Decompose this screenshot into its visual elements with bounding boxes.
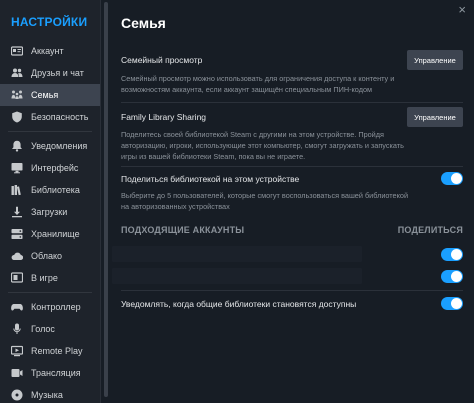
settings-sidebar: НАСТРОЙКИ Аккаунт Друзья и чат Семья Без… <box>0 0 101 403</box>
section-divider <box>121 290 463 291</box>
sidebar-item-account[interactable]: Аккаунт <box>0 40 100 62</box>
eligible-accounts-header: ПОДХОДЯЩИЕ АККАУНТЫ <box>121 225 245 235</box>
sidebar-item-label: Загрузки <box>31 207 68 217</box>
sidebar-divider <box>8 292 92 293</box>
sidebar-item-library[interactable]: Библиотека <box>0 179 100 201</box>
in-game-icon <box>10 272 23 285</box>
sidebar-item-label: Голос <box>31 324 55 334</box>
library-icon <box>10 184 23 197</box>
sidebar-item-label: Контроллер <box>31 302 81 312</box>
sidebar-item-remote-play[interactable]: Remote Play <box>0 340 100 362</box>
sidebar-title: НАСТРОЙКИ <box>11 15 88 29</box>
account-share-toggle[interactable] <box>441 248 463 261</box>
notify-title: Уведомлять, когда общие библиотеки стано… <box>121 299 357 309</box>
family-view-manage-button[interactable]: Управление <box>407 50 463 70</box>
sidebar-item-label: В игре <box>31 273 58 283</box>
sidebar-item-label: Библиотека <box>31 185 80 195</box>
family-sharing-title: Family Library Sharing <box>121 112 207 122</box>
account-card-icon <box>10 45 23 58</box>
remote-play-icon <box>10 345 23 358</box>
account-row-redacted <box>112 268 362 284</box>
sidebar-item-friends[interactable]: Друзья и чат <box>0 62 100 84</box>
friends-icon <box>10 67 23 80</box>
sidebar-item-interface[interactable]: Интерфейс <box>0 157 100 179</box>
family-icon <box>10 89 23 102</box>
sidebar-divider <box>8 131 92 132</box>
download-icon <box>10 206 23 219</box>
cloud-icon <box>10 250 23 263</box>
shield-icon <box>10 111 23 124</box>
broadcast-icon <box>10 367 23 380</box>
sidebar-item-label: Друзья и чат <box>31 68 84 78</box>
section-divider <box>121 166 463 167</box>
sidebar-item-label: Хранилище <box>31 229 80 239</box>
sidebar-item-broadcast[interactable]: Трансляция <box>0 362 100 384</box>
sidebar-item-label: Семья <box>31 90 59 100</box>
family-view-description: Семейный просмотр можно использовать для… <box>121 74 395 94</box>
share-device-toggle[interactable] <box>441 172 463 185</box>
sidebar-item-label: Интерфейс <box>31 163 79 173</box>
sidebar-item-security[interactable]: Безопасность <box>0 106 100 128</box>
music-icon <box>10 389 23 402</box>
section-divider <box>121 102 463 103</box>
share-device-title: Поделиться библиотекой на этом устройств… <box>121 174 300 184</box>
share-column-header: ПОДЕЛИТЬСЯ <box>397 225 463 235</box>
sidebar-item-label: Безопасность <box>31 112 89 122</box>
sidebar-item-label: Аккаунт <box>31 46 64 56</box>
sidebar-item-music[interactable]: Музыка <box>0 384 100 403</box>
sidebar-item-controller[interactable]: Контроллер <box>0 296 100 318</box>
account-share-toggle[interactable] <box>441 270 463 283</box>
close-icon[interactable]: × <box>458 2 466 17</box>
sidebar-item-notifications[interactable]: Уведомления <box>0 135 100 157</box>
sidebar-item-downloads[interactable]: Загрузки <box>0 201 100 223</box>
controller-icon <box>10 301 23 314</box>
monitor-icon <box>10 162 23 175</box>
sidebar-item-label: Музыка <box>31 390 63 400</box>
settings-content: × Семья Семейный просмотр Управление Сем… <box>110 0 474 403</box>
sidebar-item-cloud[interactable]: Облако <box>0 245 100 267</box>
storage-icon <box>10 228 23 241</box>
microphone-icon <box>10 323 23 336</box>
sidebar-item-in-game[interactable]: В игре <box>0 267 100 289</box>
notify-toggle[interactable] <box>441 297 463 310</box>
bell-icon <box>10 140 23 153</box>
share-device-description: Выберите до 5 пользователей, которые смо… <box>121 191 409 211</box>
family-sharing-manage-button[interactable]: Управление <box>407 107 463 127</box>
sidebar-scrollbar[interactable] <box>104 2 108 397</box>
sidebar-item-label: Трансляция <box>31 368 81 378</box>
settings-window: НАСТРОЙКИ Аккаунт Друзья и чат Семья Без… <box>0 0 474 403</box>
sidebar-item-storage[interactable]: Хранилище <box>0 223 100 245</box>
family-sharing-description: Поделитесь своей библиотекой Steam с дру… <box>121 130 404 161</box>
sidebar-item-voice[interactable]: Голос <box>0 318 100 340</box>
family-view-title: Семейный просмотр <box>121 55 203 65</box>
sidebar-item-label: Remote Play <box>31 346 83 356</box>
sidebar-item-label: Уведомления <box>31 141 88 151</box>
page-title: Семья <box>121 15 166 31</box>
sidebar-item-label: Облако <box>31 251 63 261</box>
sidebar-item-family[interactable]: Семья <box>0 84 100 106</box>
account-row-redacted <box>112 246 362 262</box>
